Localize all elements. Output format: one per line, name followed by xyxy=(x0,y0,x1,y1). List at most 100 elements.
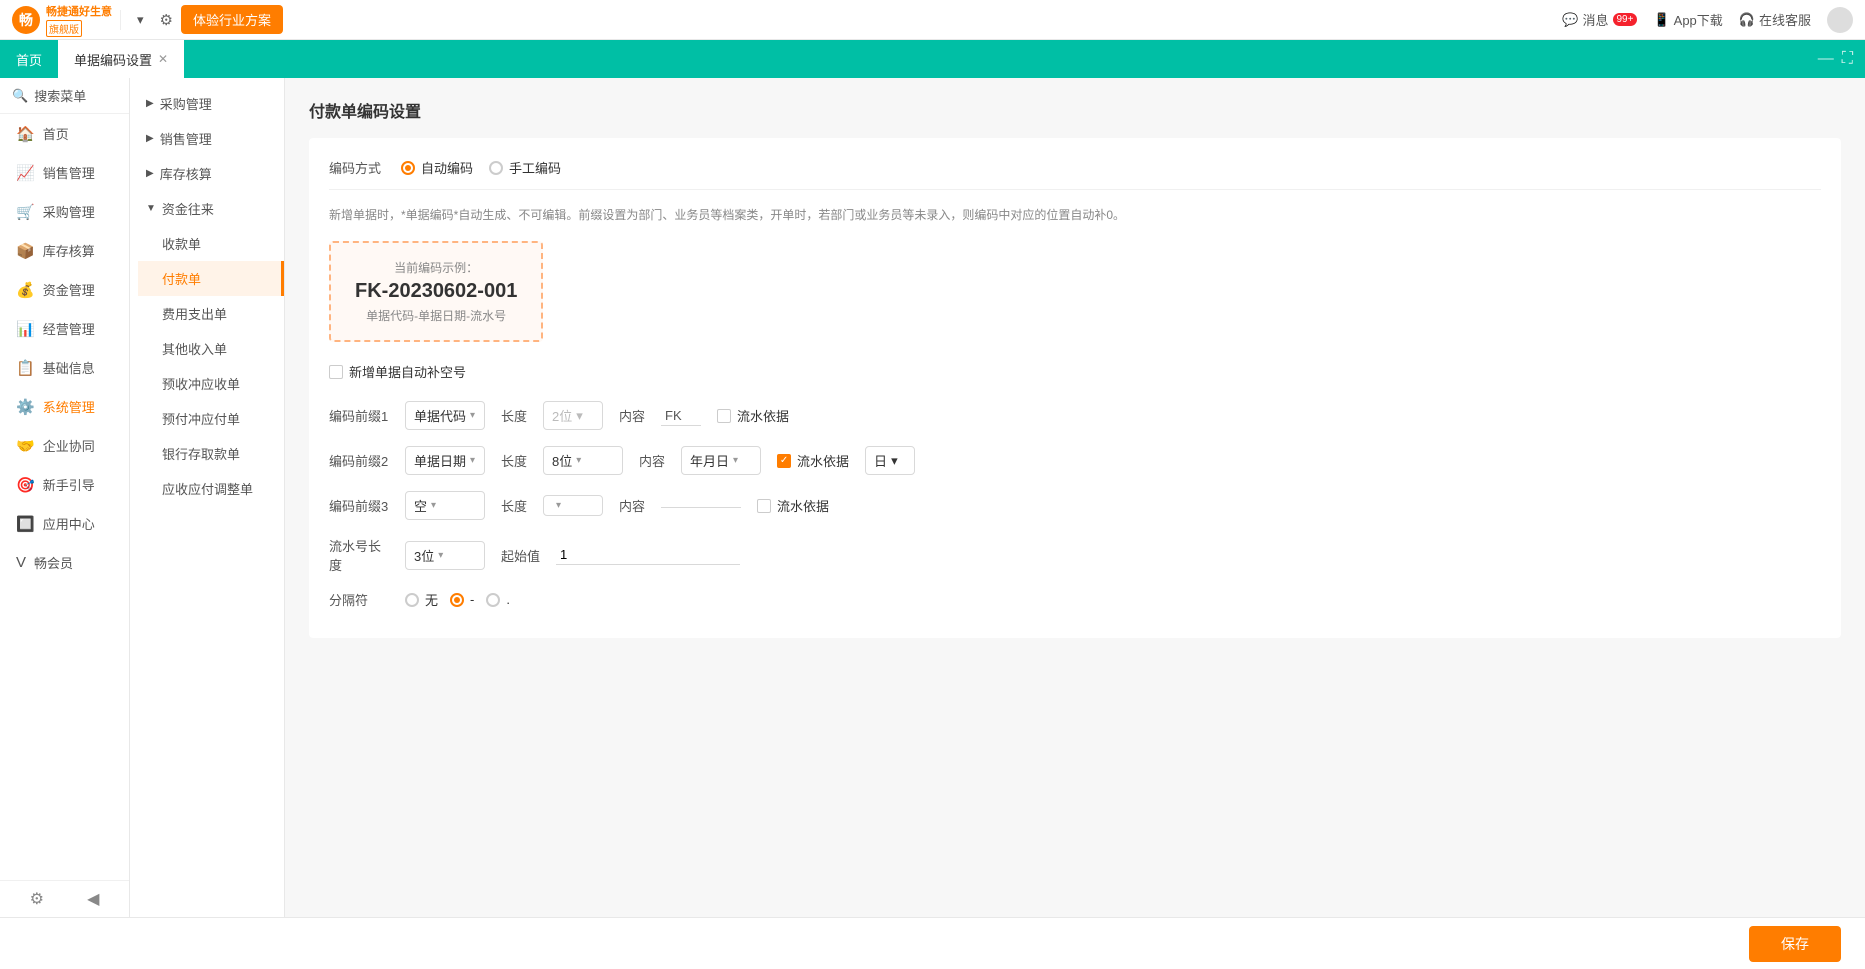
prefix2-length-value: 8位 xyxy=(552,451,572,470)
sep-none-label: 无 xyxy=(425,590,438,609)
prefix3-select-value: 空 xyxy=(414,496,427,515)
prefix1-waterflow-check[interactable]: 流水依据 xyxy=(717,406,789,425)
collapse-icon[interactable]: ◀ xyxy=(87,889,99,909)
separator-label: 分隔符 xyxy=(329,590,389,609)
sep-none-option[interactable]: 无 xyxy=(405,590,438,609)
tab-home[interactable]: 首页 xyxy=(0,40,58,78)
prefix2-waterflow-check[interactable]: ✓ 流水依据 xyxy=(777,451,849,470)
menu-group-purchase[interactable]: ▶ 采购管理 xyxy=(130,86,284,121)
sidebar-search-label: 搜索菜单 xyxy=(34,86,86,105)
menu-item-adjustment[interactable]: 应收应付调整单 xyxy=(138,471,284,506)
menu-item-other-income[interactable]: 其他收入单 xyxy=(138,331,284,366)
sep-dot-label: . xyxy=(506,592,510,607)
logo-text: 畅捷通好生意 旗舰版 xyxy=(46,3,112,37)
sidebar-item-purchase[interactable]: 🛒 采购管理 xyxy=(0,192,129,231)
serial-length-arrow: ▾ xyxy=(438,550,443,561)
tab-encoding-close[interactable]: ✕ xyxy=(158,52,168,66)
separator-options: 无 - . xyxy=(405,590,510,609)
sep-dot-radio[interactable] xyxy=(486,593,500,607)
menu-group-inventory[interactable]: ▶ 库存核算 xyxy=(130,156,284,191)
sidebar-item-operations[interactable]: 📊 经营管理 xyxy=(0,309,129,348)
message-count: 99+ xyxy=(1613,13,1638,26)
prefix1-waterflow-checkbox[interactable] xyxy=(717,409,731,423)
prefix2-select-value: 单据日期 xyxy=(414,451,466,470)
prefix2-day-select[interactable]: 日 ▾ xyxy=(865,446,915,475)
sep-dash-radio[interactable] xyxy=(450,593,464,607)
tab-home-label: 首页 xyxy=(16,50,42,69)
top-nav-dropdown[interactable]: ▾ xyxy=(129,8,152,32)
prefix2-length-select[interactable]: 8位 ▾ xyxy=(543,446,623,475)
minimize-icon[interactable]: — xyxy=(1818,50,1834,68)
config-row-3: 编码前缀3 空 ▾ 长度 ▾ 内容 流水依据 xyxy=(329,491,1821,520)
sidebar-item-purchase-label: 采购管理 xyxy=(43,202,95,221)
guide-icon: 🎯 xyxy=(16,476,35,494)
prefix2-select-arrow: ▾ xyxy=(470,455,475,466)
auto-fill-checkbox[interactable]: 新增单据自动补空号 xyxy=(329,362,466,381)
cooperation-icon: 🤝 xyxy=(16,437,35,455)
top-bar-left: 畅 畅捷通好生意 旗舰版 ▾ ⚙ 体验行业方案 xyxy=(12,3,283,37)
menu-item-advance-payment[interactable]: 预付冲应付单 xyxy=(138,401,284,436)
menu-item-bank[interactable]: 银行存取款单 xyxy=(138,436,284,471)
search-icon: 🔍 xyxy=(12,88,28,104)
settings-icon[interactable]: ⚙ xyxy=(160,11,173,29)
user-avatar[interactable] xyxy=(1827,7,1853,33)
app-download-button[interactable]: 📱 App下载 xyxy=(1653,10,1722,29)
settings-bottom-icon[interactable]: ⚙ xyxy=(30,889,44,909)
prefix3-select[interactable]: 空 ▾ xyxy=(405,491,485,520)
tab-encoding-settings[interactable]: 单据编码设置 ✕ xyxy=(58,40,184,78)
prefix1-select[interactable]: 单据代码 ▾ xyxy=(405,401,485,430)
serial-start-label: 起始值 xyxy=(501,546,540,565)
sep-none-radio[interactable] xyxy=(405,593,419,607)
auto-fill-checkbox-box[interactable] xyxy=(329,365,343,379)
sep-dash-option[interactable]: - xyxy=(450,592,474,607)
prefix1-select-value: 单据代码 xyxy=(414,406,466,425)
prefix3-length-select[interactable]: ▾ xyxy=(543,495,603,516)
sidebar-item-home-label: 首页 xyxy=(43,124,69,143)
prefix3-waterflow-check[interactable]: 流水依据 xyxy=(757,496,829,515)
auto-encode-option[interactable]: 自动编码 xyxy=(401,158,473,177)
sidebar-item-finance[interactable]: 💰 资金管理 xyxy=(0,270,129,309)
sidebar-item-member[interactable]: V 畅会员 xyxy=(0,543,129,582)
sidebar-item-basic[interactable]: 📋 基础信息 xyxy=(0,348,129,387)
prefix2-content-select[interactable]: 年月日 ▾ xyxy=(681,446,761,475)
inventory-arrow-icon: ▶ xyxy=(146,168,154,179)
sidebar-item-system[interactable]: ⚙️ 系统管理 xyxy=(0,387,129,426)
message-button[interactable]: 💬 消息 99+ xyxy=(1562,10,1637,29)
prefix2-content-value: 年月日 xyxy=(690,451,729,470)
online-service-button[interactable]: 🎧 在线客服 xyxy=(1739,10,1811,29)
sidebar-search[interactable]: 🔍 搜索菜单 xyxy=(0,78,129,114)
service-icon: 🎧 xyxy=(1739,12,1755,28)
menu-group-sales[interactable]: ▶ 销售管理 xyxy=(130,121,284,156)
save-button[interactable]: 保存 xyxy=(1749,926,1841,962)
manual-encode-radio[interactable] xyxy=(489,161,503,175)
auto-encode-radio[interactable] xyxy=(401,161,415,175)
menu-item-payment[interactable]: 付款单 xyxy=(138,261,284,296)
config-row-1: 编码前缀1 单据代码 ▾ 长度 2位 ▾ 内容 FK 流水依据 xyxy=(329,401,1821,430)
menu-item-advance-receipt[interactable]: 预收冲应收单 xyxy=(138,366,284,401)
sidebar-item-appstore[interactable]: 🔲 应用中心 xyxy=(0,504,129,543)
experience-button[interactable]: 体验行业方案 xyxy=(181,5,283,34)
menu-item-receipt[interactable]: 收款单 xyxy=(138,226,284,261)
sidebar-item-home[interactable]: 🏠 首页 xyxy=(0,114,129,153)
prefix1-length-select[interactable]: 2位 ▾ xyxy=(543,401,603,430)
serial-length-select[interactable]: 3位 ▾ xyxy=(405,541,485,570)
sidebar-item-guide[interactable]: 🎯 新手引导 xyxy=(0,465,129,504)
sep-dot-option[interactable]: . xyxy=(486,592,510,607)
auto-encode-label: 自动编码 xyxy=(421,158,473,177)
menu-group-capital[interactable]: ▼ 资金往来 xyxy=(130,191,284,226)
sidebar-item-sales[interactable]: 📈 销售管理 xyxy=(0,153,129,192)
window-controls: — ⛶ xyxy=(1818,50,1865,68)
prefix2-waterflow-checkbox[interactable]: ✓ xyxy=(777,454,791,468)
prefix3-waterflow-checkbox[interactable] xyxy=(757,499,771,513)
sidebar-item-cooperation-label: 企业协同 xyxy=(43,436,95,455)
prefix1-content-value: FK xyxy=(661,406,701,426)
prefix2-select[interactable]: 单据日期 ▾ xyxy=(405,446,485,475)
prefix1-label: 编码前缀1 xyxy=(329,406,389,425)
sidebar-item-inventory[interactable]: 📦 库存核算 xyxy=(0,231,129,270)
manual-encode-option[interactable]: 手工编码 xyxy=(489,158,561,177)
online-service-label: 在线客服 xyxy=(1759,10,1811,29)
maximize-icon[interactable]: ⛶ xyxy=(1842,50,1853,68)
serial-start-input[interactable] xyxy=(556,545,740,565)
sidebar-item-cooperation[interactable]: 🤝 企业协同 xyxy=(0,426,129,465)
menu-item-expense[interactable]: 费用支出单 xyxy=(138,296,284,331)
